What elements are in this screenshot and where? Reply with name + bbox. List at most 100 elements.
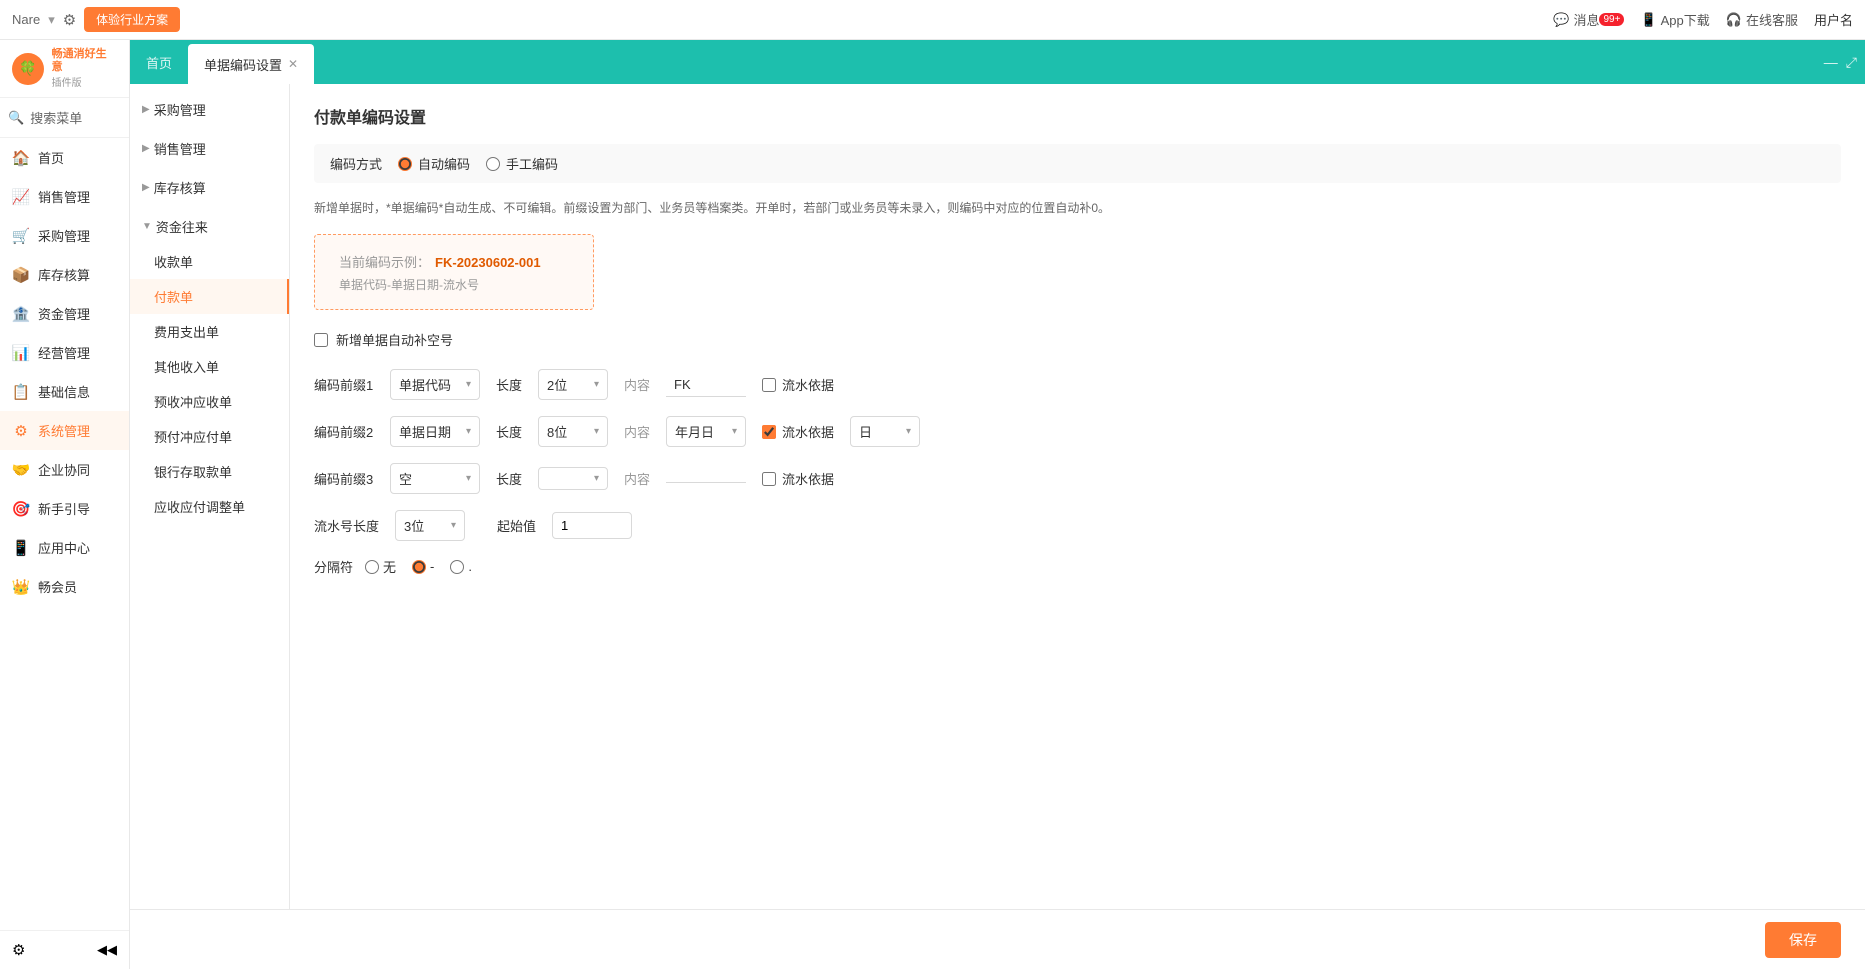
length2-select[interactable]: 8位 ▾ [538, 416, 608, 447]
auto-coding-option[interactable]: 自动编码 [398, 154, 470, 173]
prefix-row-2: 编码前缀2 单据日期 ▾ 长度 8位 ▾ 内容 年月日 ▾ [314, 416, 1841, 447]
sidebar-item-prepay-receive[interactable]: 预收冲应收单 [130, 384, 289, 419]
info-text: 新增单据时，*单据编码*自动生成、不可编辑。前缀设置为部门、业务员等档案类。开单… [314, 199, 1841, 218]
group-capital-label: 资金往来 [156, 217, 208, 236]
content2-label: 内容 [624, 422, 650, 441]
capital-arrow-icon: ▼ [142, 221, 152, 232]
sidebar-item-receipt[interactable]: 收款单 [130, 244, 289, 279]
sidebar-item-guide[interactable]: 🎯 新手引导 [0, 489, 129, 528]
length3-select[interactable]: ▾ [538, 467, 608, 490]
manual-coding-radio[interactable] [486, 157, 500, 171]
sidebar-collapse-icon[interactable]: ◀◀ [97, 942, 117, 958]
sidebar-item-prepay-pay[interactable]: 预付冲应付单 [130, 419, 289, 454]
sidebar-item-inventory[interactable]: 📦 库存核算 [0, 255, 129, 294]
app-download-label: App下载 [1661, 10, 1710, 29]
length1-value: 2位 [547, 375, 567, 394]
sidebar-item-label-sales: 销售管理 [38, 187, 90, 206]
serial-length-select[interactable]: 3位 ▾ [395, 510, 465, 541]
sidebar-item-label-finance: 资金管理 [38, 304, 90, 323]
dropdown-icon[interactable]: ▾ [48, 12, 55, 28]
sidebar-item-ar-ap-adjust[interactable]: 应收应付调整单 [130, 489, 289, 524]
save-button[interactable]: 保存 [1765, 922, 1841, 958]
apps-icon: 📱 [12, 539, 30, 557]
tab-home[interactable]: 首页 [130, 40, 188, 84]
inventory-icon: 📦 [12, 266, 30, 284]
length1-label: 长度 [496, 375, 522, 394]
group-purchase-header[interactable]: ▶ 采购管理 [130, 92, 289, 127]
sidebar-item-purchase[interactable]: 🛒 采购管理 [0, 216, 129, 255]
bottom-bar: 保存 [290, 909, 1865, 969]
tab-serial-setting[interactable]: 单据编码设置 ✕ [188, 44, 314, 84]
sidebar-item-system[interactable]: ⚙ 系统管理 [0, 411, 129, 450]
prefix1-label: 编码前缀1 [314, 375, 374, 394]
serial1-checkbox[interactable] [762, 378, 776, 392]
settings-icon[interactable]: ⚙ [63, 11, 76, 29]
serial-start-input[interactable] [552, 512, 632, 539]
logo-sub: 插件版 [52, 74, 117, 89]
group-inventory-header[interactable]: ▶ 库存核算 [130, 170, 289, 205]
autofill-label: 新增单据自动补空号 [336, 330, 453, 349]
prefix3-label: 编码前缀3 [314, 469, 374, 488]
manual-coding-option[interactable]: 手工编码 [486, 154, 558, 173]
content2-select[interactable]: 年月日 ▾ [666, 416, 746, 447]
serial3-checkbox[interactable] [762, 472, 776, 486]
length3-label: 长度 [496, 469, 522, 488]
coding-method-label: 编码方式 [330, 154, 382, 173]
separator-none-radio[interactable] [365, 560, 379, 574]
separator-dash-option[interactable]: - [412, 559, 434, 574]
sidebar-item-home[interactable]: 🏠 首页 [0, 138, 129, 177]
separator-radio-group: 无 - . [365, 557, 472, 576]
tab-minimize-icon[interactable]: — [1824, 54, 1838, 70]
tab-close-icon[interactable]: ✕ [288, 57, 298, 71]
app-download-group[interactable]: 📱 App下载 [1640, 10, 1709, 29]
sidebar-item-finance[interactable]: 🏦 资金管理 [0, 294, 129, 333]
separator-none-option[interactable]: 无 [365, 557, 396, 576]
sidebar-item-label-home: 首页 [38, 148, 64, 167]
separator-dot-radio[interactable] [450, 560, 464, 574]
left-sidebar: 🍀 畅通消好生意 插件版 🔍 搜索菜单 🏠 首页 📈 销售管理 🛒 采购管理 [0, 40, 130, 969]
logo-text: 畅通消好生意 [52, 48, 117, 74]
separator-dot-option[interactable]: . [450, 559, 472, 574]
autofill-checkbox[interactable] [314, 333, 328, 347]
tab-serial-setting-label: 单据编码设置 [204, 55, 282, 74]
sidebar-item-operation[interactable]: 📊 经营管理 [0, 333, 129, 372]
sidebar-item-label-enterprise: 企业协同 [38, 460, 90, 479]
separator-dash-radio[interactable] [412, 560, 426, 574]
trial-btn[interactable]: 体验行业方案 [84, 7, 180, 32]
sidebar-search[interactable]: 🔍 搜索菜单 [0, 98, 129, 138]
sidebar-item-other-income[interactable]: 其他收入单 [130, 349, 289, 384]
prefix1-select[interactable]: 单据代码 ▾ [390, 369, 480, 400]
sidebar-item-member[interactable]: 👑 畅会员 [0, 567, 129, 606]
sidebar-item-expense[interactable]: 费用支出单 [130, 314, 289, 349]
tab-bar-right: — ⤢ [1824, 54, 1865, 71]
sidebar-settings-icon[interactable]: ⚙ [12, 941, 25, 959]
sidebar-item-sales[interactable]: 📈 销售管理 [0, 177, 129, 216]
second-sidebar: ▶ 采购管理 ▶ 销售管理 ▶ 库存核算 [130, 84, 290, 969]
purchase-icon: 🛒 [12, 227, 30, 245]
sidebar-item-label-inventory: 库存核算 [38, 265, 90, 284]
group-inventory: ▶ 库存核算 [130, 170, 289, 205]
sidebar-item-basic[interactable]: 📋 基础信息 [0, 372, 129, 411]
sidebar-item-payment[interactable]: 付款单 [130, 279, 289, 314]
group-sales-header[interactable]: ▶ 销售管理 [130, 131, 289, 166]
serial2-label: 流水依据 [782, 422, 834, 441]
sidebar-item-apps[interactable]: 📱 应用中心 [0, 528, 129, 567]
serial2-checkbox[interactable] [762, 425, 776, 439]
prefix-row-1: 编码前缀1 单据代码 ▾ 长度 2位 ▾ 内容 FK 流水依据 [314, 369, 1841, 400]
user-name[interactable]: 用户名 [1814, 10, 1853, 29]
group-capital-header[interactable]: ▼ 资金往来 [130, 209, 289, 244]
tab-maximize-icon[interactable]: ⤢ [1846, 54, 1857, 71]
separator-dot-label: . [468, 559, 472, 574]
sidebar-item-bank-deposit[interactable]: 银行存取款单 [130, 454, 289, 489]
auto-coding-radio[interactable] [398, 157, 412, 171]
prefix2-select[interactable]: 单据日期 ▾ [390, 416, 480, 447]
message-group[interactable]: 💬 消息 99+ [1553, 10, 1624, 29]
sales-icon: 📈 [12, 188, 30, 206]
serial-length-label: 流水号长度 [314, 516, 379, 535]
group-purchase-label: 采购管理 [154, 100, 206, 119]
online-service-group[interactable]: 🎧 在线客服 [1726, 10, 1798, 29]
length1-select[interactable]: 2位 ▾ [538, 369, 608, 400]
sidebar-item-enterprise[interactable]: 🤝 企业协同 [0, 450, 129, 489]
prefix3-select[interactable]: 空 ▾ [390, 463, 480, 494]
serial2-unit-select[interactable]: 日 ▾ [850, 416, 920, 447]
